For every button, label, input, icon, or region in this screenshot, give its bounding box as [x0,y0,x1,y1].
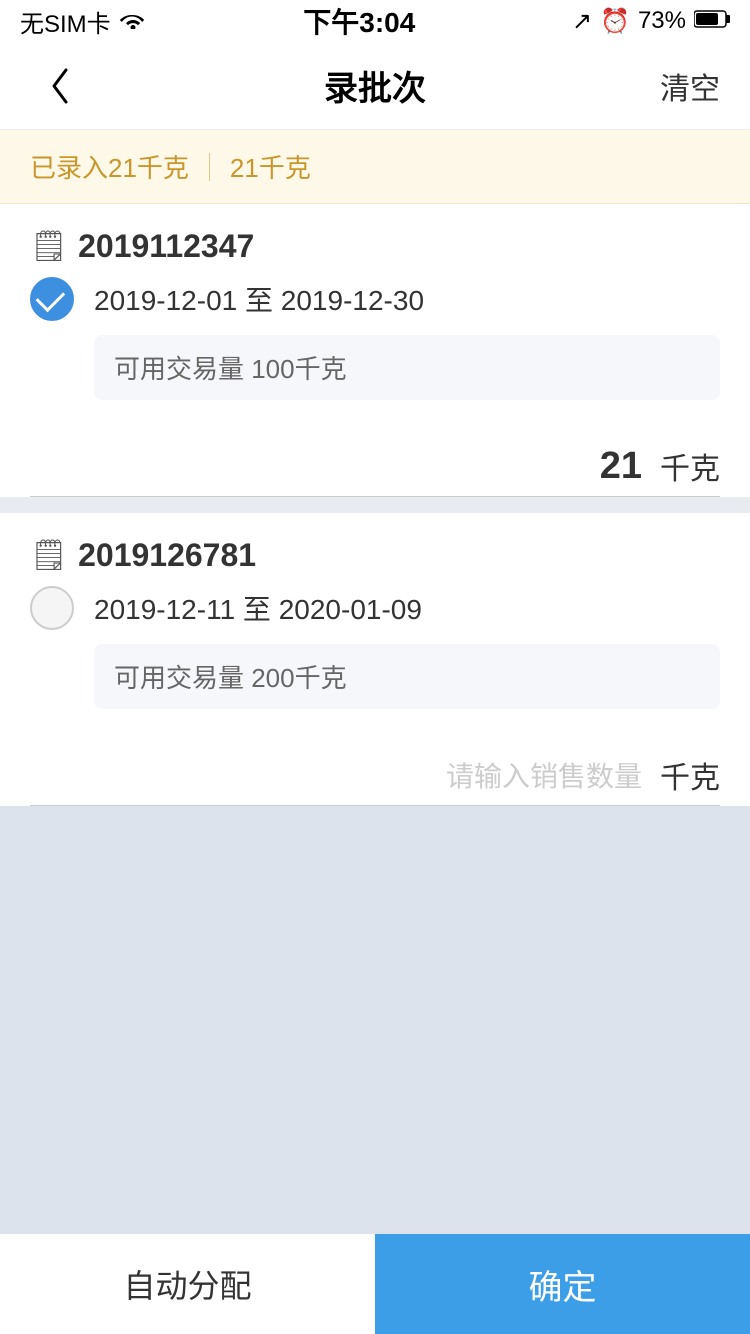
batch-item-2: 🗒 2019126781 2019-12-11 至 2020-01-09 可用交… [0,513,750,733]
status-left: 无SIM卡 [20,4,147,39]
batch-date-row-2[interactable]: 2019-12-11 至 2020-01-09 [30,586,720,630]
summary-divider [209,153,210,181]
quantity-input-wrapper-1: 21 千克 [30,444,720,488]
back-button[interactable] [30,56,90,116]
batch-header-1: 🗒 2019112347 [30,228,720,265]
wifi-icon [119,7,147,36]
batch-avail-qty-2: 可用交易量 200千克 [94,644,720,709]
batch-date-2: 2019-12-11 至 2020-01-09 [94,588,422,628]
batch-date-row-1[interactable]: 2019-12-01 至 2019-12-30 [30,277,720,321]
batch-date-1: 2019-12-01 至 2019-12-30 [94,279,424,319]
batch-id-1: 2019112347 [78,228,254,265]
batch-header-2: 🗒 2019126781 [30,537,720,574]
summary-bar: 已录入21千克 21千克 [0,130,750,204]
quantity-value-1[interactable]: 21 [600,445,642,488]
batch-card-1: 🗒 2019112347 2019-12-01 至 2019-12-30 可用交… [0,204,750,497]
summary-value: 21千克 [230,148,311,185]
nav-bar: 录批次 清空 [0,42,750,130]
quantity-row-1: 21 千克 [0,424,750,488]
batch-item-1: 🗒 2019112347 2019-12-01 至 2019-12-30 可用交… [0,204,750,424]
quantity-input-wrapper-2: 请输入销售数量 千克 [30,753,720,797]
sim-text: 无SIM卡 [20,4,111,39]
status-time: 下午3:04 [303,1,415,41]
quantity-row-2: 请输入销售数量 千克 [0,733,750,797]
batch-avail-qty-1: 可用交易量 100千克 [94,335,720,400]
status-bar: 无SIM卡 下午3:04 ↗ ⏰ 73% [0,0,750,42]
empty-area [0,806,750,1246]
quantity-placeholder-2[interactable]: 请输入销售数量 [446,755,642,795]
bottom-bar: 自动分配 确定 [0,1234,750,1334]
batch-id-2: 2019126781 [78,537,256,574]
clear-button[interactable]: 清空 [660,64,720,108]
radio-selected-1[interactable] [30,277,74,321]
battery-percent: 73% [638,7,686,35]
summary-label: 已录入21千克 [30,148,189,185]
page-title: 录批次 [324,61,426,110]
confirm-button[interactable]: 确定 [375,1234,750,1334]
quantity-unit-1: 千克 [660,444,720,488]
radio-unselected-2[interactable] [30,586,74,630]
auto-distribute-button[interactable]: 自动分配 [0,1234,375,1334]
batch-doc-icon-1: 🗒 [30,229,68,264]
alarm-icon: ⏰ [600,7,630,36]
status-right: ↗ ⏰ 73% [572,7,730,36]
batch-card-2: 🗒 2019126781 2019-12-11 至 2020-01-09 可用交… [0,513,750,806]
location-icon: ↗ [572,7,592,36]
card-divider [0,497,750,513]
quantity-unit-2: 千克 [660,753,720,797]
batch-doc-icon-2: 🗒 [30,538,68,573]
battery-icon [694,7,730,35]
